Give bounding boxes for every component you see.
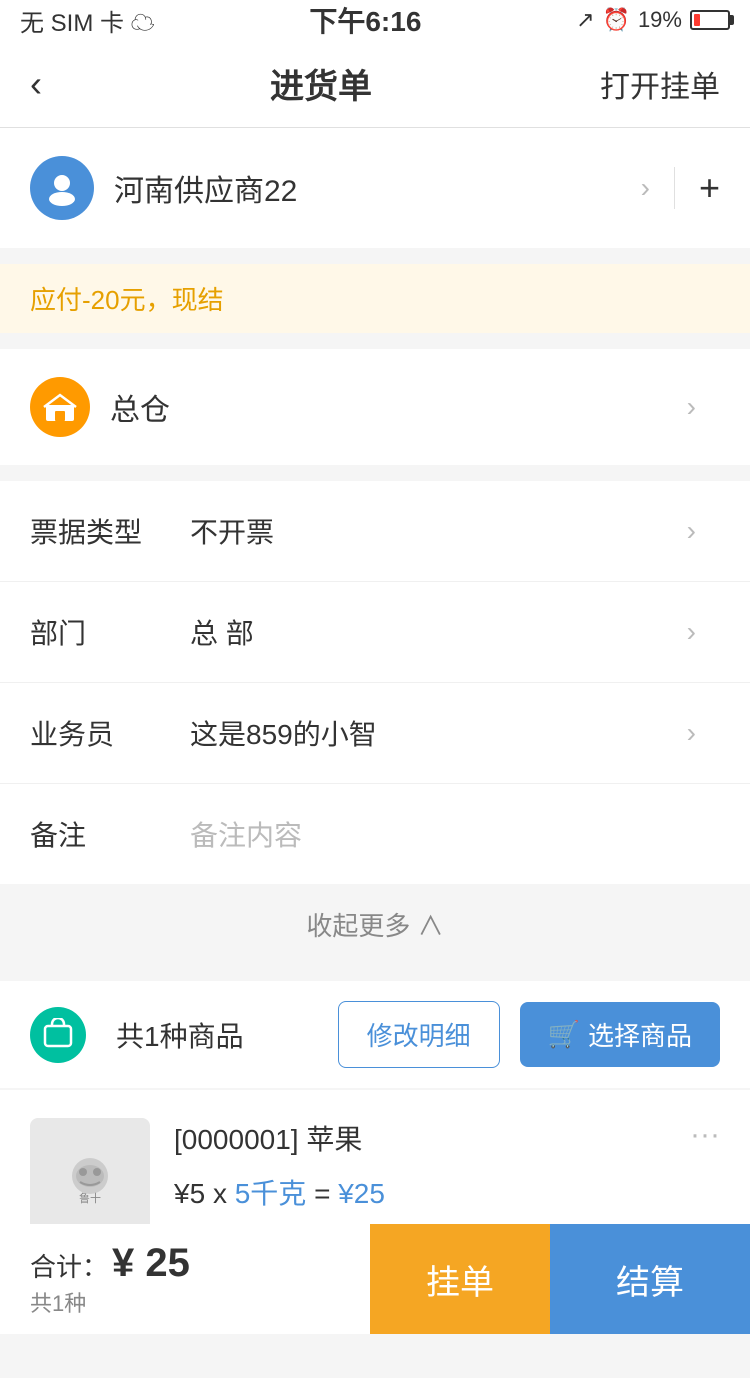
total-amount: ¥ 25 <box>112 1241 190 1286</box>
salesman-row[interactable]: 业务员 这是859的小智 › <box>0 683 750 784</box>
product-price: ¥5 x 5千克 = ¥25 <box>174 1172 690 1212</box>
chevron-right-icon: › <box>641 172 650 204</box>
remark-input[interactable]: 备注内容 <box>170 814 720 854</box>
cart-icon: 🛒 <box>548 1019 580 1050</box>
product-toolbar: 共1种商品 修改明细 🛒 选择商品 <box>0 981 750 1088</box>
alarm-icon: ⏰ <box>603 7 630 33</box>
supplier-section: 河南供应商22 › + <box>0 128 750 248</box>
department-label: 部门 <box>30 612 170 652</box>
bottom-bar: 合计： ¥ 25 共1种 挂单 结算 <box>0 1224 750 1334</box>
product-name: [0000001] 苹果 <box>174 1118 690 1158</box>
location-icon: ↗ <box>576 7 594 33</box>
collapse-bar[interactable]: 收起更多 ∧ <box>0 884 750 965</box>
form-section: 票据类型 不开票 › 部门 总 部 › 业务员 这是859的小智 › 备注 备注… <box>0 481 750 884</box>
battery-icon <box>690 10 730 30</box>
collapse-text: 收起更多 ∧ <box>306 906 443 943</box>
notice-banner: 应付-20元，现结 <box>0 264 750 333</box>
nav-bar: ‹ 进货单 打开挂单 <box>0 40 750 128</box>
product-icon <box>30 1007 86 1063</box>
product-thumbnail: 鲁十 <box>30 1118 150 1238</box>
chevron-right-icon: › <box>687 616 696 648</box>
warehouse-row[interactable]: 总仓 › <box>0 349 750 465</box>
remark-label: 备注 <box>30 814 170 854</box>
ticket-type-row[interactable]: 票据类型 不开票 › <box>0 481 750 582</box>
sim-text: 无 SIM 卡 ☁ <box>20 3 155 38</box>
status-bar: 无 SIM 卡 ☁ 下午6:16 ↗ ⏰ 19% <box>0 0 750 40</box>
total-section: 合计： ¥ 25 共1种 <box>0 1224 370 1334</box>
chevron-right-icon: › <box>687 515 696 547</box>
chevron-right-icon: › <box>687 717 696 749</box>
supplier-row[interactable]: 河南供应商22 › + <box>0 128 750 248</box>
supplier-name: 河南供应商22 <box>114 166 641 210</box>
battery-percent: 19% <box>638 7 682 33</box>
remark-row[interactable]: 备注 备注内容 <box>0 784 750 884</box>
add-supplier-button[interactable]: + <box>674 167 720 209</box>
department-row[interactable]: 部门 总 部 › <box>0 582 750 683</box>
ticket-type-value: 不开票 <box>170 511 687 551</box>
back-button[interactable]: ‹ <box>30 63 42 105</box>
status-left: 无 SIM 卡 ☁ <box>20 3 155 38</box>
page-title: 进货单 <box>270 59 372 108</box>
chevron-right-icon: › <box>687 391 696 423</box>
product-count: 共1种商品 <box>116 1015 318 1055</box>
salesman-label: 业务员 <box>30 713 170 753</box>
department-value: 总 部 <box>170 612 687 652</box>
salesman-value: 这是859的小智 <box>170 713 687 753</box>
open-pending-button[interactable]: 打开挂单 <box>600 62 720 106</box>
status-time: 下午6:16 <box>309 0 421 40</box>
svg-text:鲁十: 鲁十 <box>79 1191 101 1205</box>
product-info: [0000001] 苹果 ¥5 x 5千克 = ¥25 <box>174 1118 690 1212</box>
avatar <box>30 156 94 220</box>
settle-button[interactable]: 结算 <box>550 1224 750 1334</box>
hang-button[interactable]: 挂单 <box>370 1224 550 1334</box>
status-right: ↗ ⏰ 19% <box>576 7 730 33</box>
total-label: 合计： <box>30 1247 108 1284</box>
product-menu-button[interactable]: ··· <box>690 1118 720 1152</box>
warehouse-icon <box>30 377 90 437</box>
select-product-button[interactable]: 🛒 选择商品 <box>520 1002 720 1067</box>
total-count: 共1种 <box>30 1286 340 1318</box>
edit-detail-button[interactable]: 修改明细 <box>338 1001 500 1068</box>
warehouse-name: 总仓 <box>110 385 687 429</box>
ticket-type-label: 票据类型 <box>30 511 170 551</box>
